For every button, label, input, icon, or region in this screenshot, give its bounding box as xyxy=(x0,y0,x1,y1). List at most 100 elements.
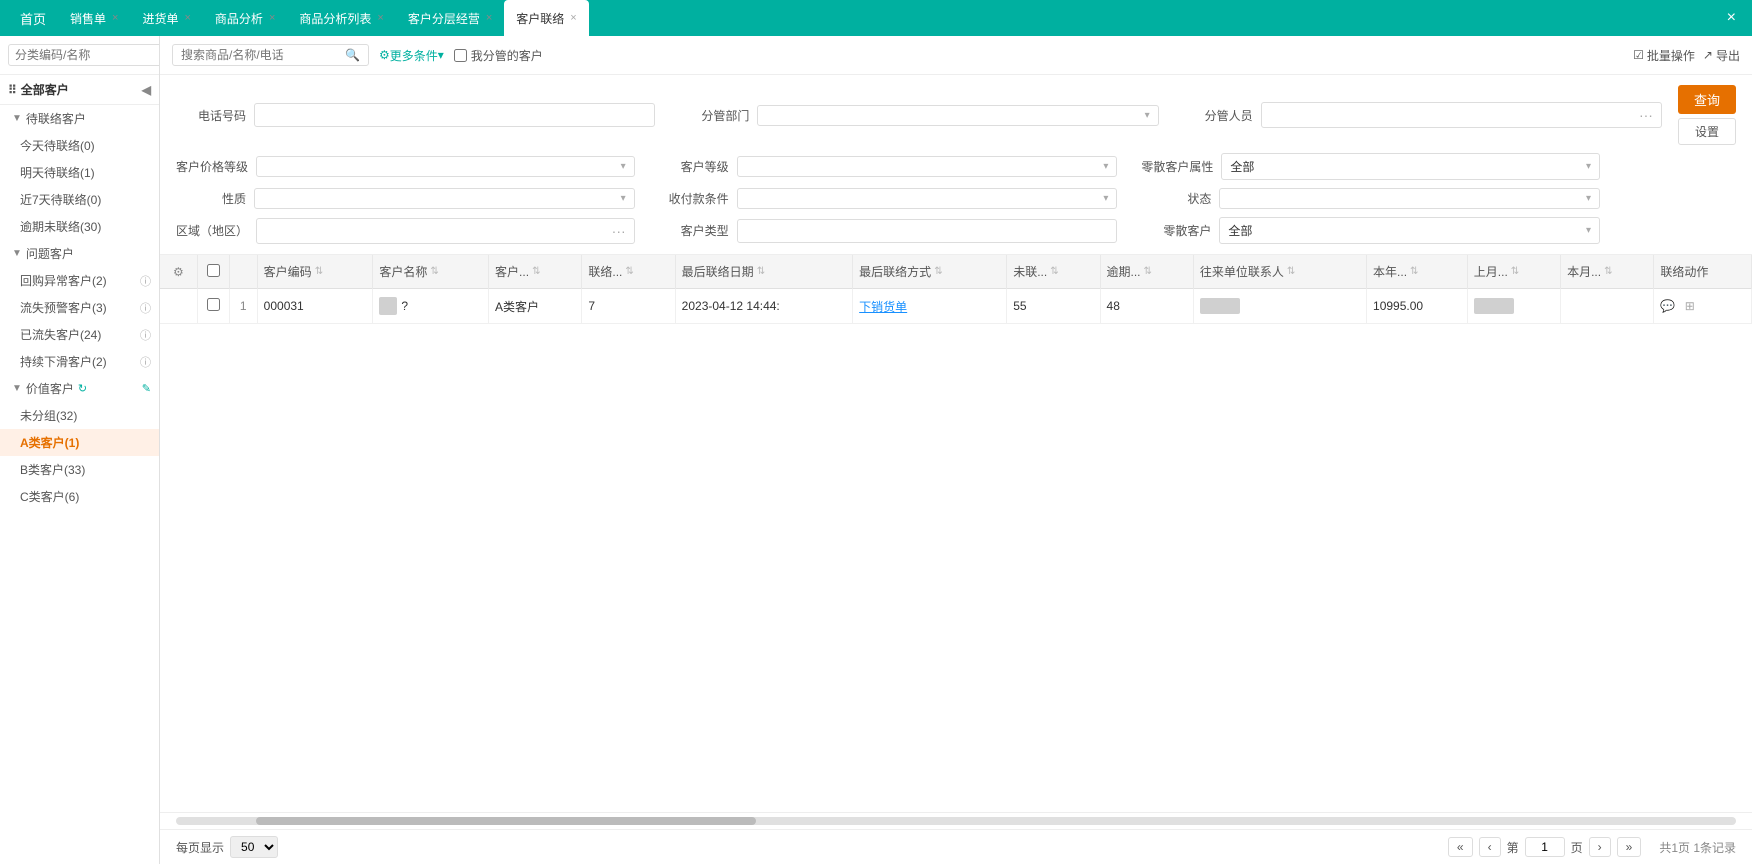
sort-last-month[interactable]: ⇅ xyxy=(1511,266,1519,277)
col-settings[interactable]: ⚙ xyxy=(160,255,197,289)
per-page-select[interactable]: 50 xyxy=(230,836,278,858)
close-window-btn[interactable]: × xyxy=(1719,9,1744,26)
nature-arrow: ▾ xyxy=(621,193,626,204)
sort-last-method[interactable]: ⇅ xyxy=(934,266,942,277)
next-page-btn[interactable]: › xyxy=(1589,837,1611,857)
name-avatar-square xyxy=(379,297,397,315)
dept-select[interactable]: ▾ xyxy=(757,105,1158,126)
sidebar-item-ungrouped[interactable]: 未分组(32) xyxy=(0,402,159,429)
sidebar-item-overdue[interactable]: 逾期未联络(30) xyxy=(0,213,159,240)
close-purchase-tab[interactable]: × xyxy=(184,12,190,24)
close-segment-tab[interactable]: × xyxy=(486,12,492,24)
customer-level-select[interactable]: ▾ xyxy=(737,156,1118,177)
sort-unit-contact[interactable]: ⇅ xyxy=(1287,266,1295,277)
select-all-checkbox[interactable] xyxy=(207,264,220,277)
grid-action-icon[interactable]: ⊞ xyxy=(1685,299,1695,313)
nav-home[interactable]: 首页 xyxy=(8,0,58,36)
filter-search-icon[interactable]: 🔍 xyxy=(345,48,360,62)
sort-this-month[interactable]: ⇅ xyxy=(1604,266,1612,277)
my-customers-check[interactable] xyxy=(454,49,467,62)
last-page-btn[interactable]: » xyxy=(1617,837,1642,857)
nav-tab-customer-contact[interactable]: 客户联络 × xyxy=(504,0,588,36)
settings-btn[interactable]: 设置 xyxy=(1678,118,1736,145)
sidebar-item-c-class[interactable]: C类客户(6) xyxy=(0,483,159,510)
chat-icon[interactable]: 💬 xyxy=(1660,299,1675,313)
customer-type-input[interactable] xyxy=(737,219,1118,243)
sidebar-item-tomorrow[interactable]: 明天待联络(1) xyxy=(0,159,159,186)
nature-select[interactable]: ▾ xyxy=(254,188,635,209)
row-checkbox[interactable] xyxy=(207,298,220,311)
info-icon3[interactable]: ⓘ xyxy=(140,327,151,343)
filter-cell-phone: 电话号码 xyxy=(176,103,655,127)
sidebar-item-repurchase-anomaly[interactable]: 回购异常客户(2) ⓘ xyxy=(0,267,159,294)
sidebar-all-customers[interactable]: ⠿ 全部客户 ◀ xyxy=(0,75,159,105)
sort-code[interactable]: ⇅ xyxy=(315,266,323,277)
collapse-icon[interactable]: ◀ xyxy=(142,83,151,97)
row-last-method: 下销货单 xyxy=(853,289,1007,324)
sidebar-item-b-class[interactable]: B类客户(33) xyxy=(0,456,159,483)
price-level-select[interactable]: ▾ xyxy=(256,156,635,177)
col-last-month: 上月... ⇅ xyxy=(1467,255,1560,289)
total-records: 共1页 1条记录 xyxy=(1659,839,1736,856)
col-checkbox xyxy=(197,255,229,289)
prev-page-btn[interactable]: ‹ xyxy=(1479,837,1501,857)
edit-icon[interactable]: ✎ xyxy=(142,382,151,395)
sidebar-group-problem-header[interactable]: ▼ 问题客户 xyxy=(0,240,159,267)
query-btn[interactable]: 查询 xyxy=(1678,85,1736,114)
sort-contact[interactable]: ⇅ xyxy=(625,266,633,277)
refresh-icon[interactable]: ↻ xyxy=(78,382,87,395)
info-icon[interactable]: ⓘ xyxy=(140,273,151,289)
last-method-link[interactable]: 下销货单 xyxy=(859,300,907,314)
dept-label: 分管部门 xyxy=(679,107,749,124)
sidebar-search-input[interactable] xyxy=(8,44,160,66)
sort-uncontacted[interactable]: ⇅ xyxy=(1050,266,1058,277)
manager-select[interactable]: ··· xyxy=(1261,102,1662,128)
sort-overdue[interactable]: ⇅ xyxy=(1144,266,1152,277)
retail-attr-select[interactable]: 全部 ▾ xyxy=(1221,153,1600,180)
filter-cell-payment: 收付款条件 ▾ xyxy=(659,188,1118,209)
nav-tab-customer-segment[interactable]: 客户分层经营 × xyxy=(396,0,504,36)
nav-tab-purchase[interactable]: 进货单 × xyxy=(130,0,202,36)
price-level-label: 客户价格等级 xyxy=(176,158,248,175)
sidebar-item-7days[interactable]: 近7天待联络(0) xyxy=(0,186,159,213)
close-sales-tab[interactable]: × xyxy=(112,12,118,24)
filter-search-input[interactable] xyxy=(181,48,341,62)
region-select[interactable]: ··· xyxy=(256,218,635,244)
sidebar-item-declining[interactable]: 持续下滑客户(2) ⓘ xyxy=(0,348,159,375)
main-layout: 🔍 ⠿ 全部客户 ◀ ▼ 待联络客户 今天待联络(0) 明天待联络(1) 近7天… xyxy=(0,36,1752,864)
my-customers-checkbox[interactable]: 我分管的客户 xyxy=(454,47,543,64)
phone-input[interactable] xyxy=(254,103,655,127)
sort-this-year[interactable]: ⇅ xyxy=(1410,266,1418,277)
sidebar-item-churned[interactable]: 已流失客户(24) ⓘ xyxy=(0,321,159,348)
horiz-scrollbar[interactable] xyxy=(176,817,1736,825)
batch-op-btn[interactable]: ☑ 批量操作 xyxy=(1633,47,1695,64)
retail-arrow: ▾ xyxy=(1586,225,1591,236)
close-analysis-list-tab[interactable]: × xyxy=(377,12,383,24)
sidebar-item-churn-warning[interactable]: 流失预警客户(3) ⓘ xyxy=(0,294,159,321)
sidebar-group-value-header[interactable]: ▼ 价值客户 ↻ ✎ xyxy=(0,375,159,402)
sort-type[interactable]: ⇅ xyxy=(532,266,540,277)
close-analysis-tab[interactable]: × xyxy=(269,12,275,24)
close-contact-tab[interactable]: × xyxy=(570,12,576,24)
sidebar-group-pending-header[interactable]: ▼ 待联络客户 xyxy=(0,105,159,132)
retail-select[interactable]: 全部 ▾ xyxy=(1219,217,1600,244)
nav-tab-analysis-list[interactable]: 商品分析列表 × xyxy=(287,0,395,36)
nav-tab-analysis[interactable]: 商品分析 × xyxy=(203,0,287,36)
page-number-input[interactable] xyxy=(1525,837,1565,857)
first-page-btn[interactable]: « xyxy=(1448,837,1473,857)
info-icon4[interactable]: ⓘ xyxy=(140,354,151,370)
sort-name[interactable]: ⇅ xyxy=(430,266,438,277)
col-code: 客户编码 ⇅ xyxy=(257,255,373,289)
sidebar-item-today[interactable]: 今天待联络(0) xyxy=(0,132,159,159)
info-icon2[interactable]: ⓘ xyxy=(140,300,151,316)
filter-cell-retail: 零散客户 全部 ▾ xyxy=(1141,217,1600,244)
payment-select[interactable]: ▾ xyxy=(737,188,1118,209)
sidebar-item-a-class[interactable]: A类客户(1) xyxy=(0,429,159,456)
unit-contact-placeholder xyxy=(1200,298,1240,314)
horiz-scroll-thumb[interactable] xyxy=(256,817,756,825)
export-btn[interactable]: ↗ 导出 xyxy=(1703,47,1740,64)
status-select[interactable]: ▾ xyxy=(1219,188,1600,209)
nav-tab-sales[interactable]: 销售单 × xyxy=(58,0,130,36)
more-filters-btn[interactable]: ⚙ 更多条件 ▾ xyxy=(379,47,444,64)
sort-last-date[interactable]: ⇅ xyxy=(757,266,765,277)
